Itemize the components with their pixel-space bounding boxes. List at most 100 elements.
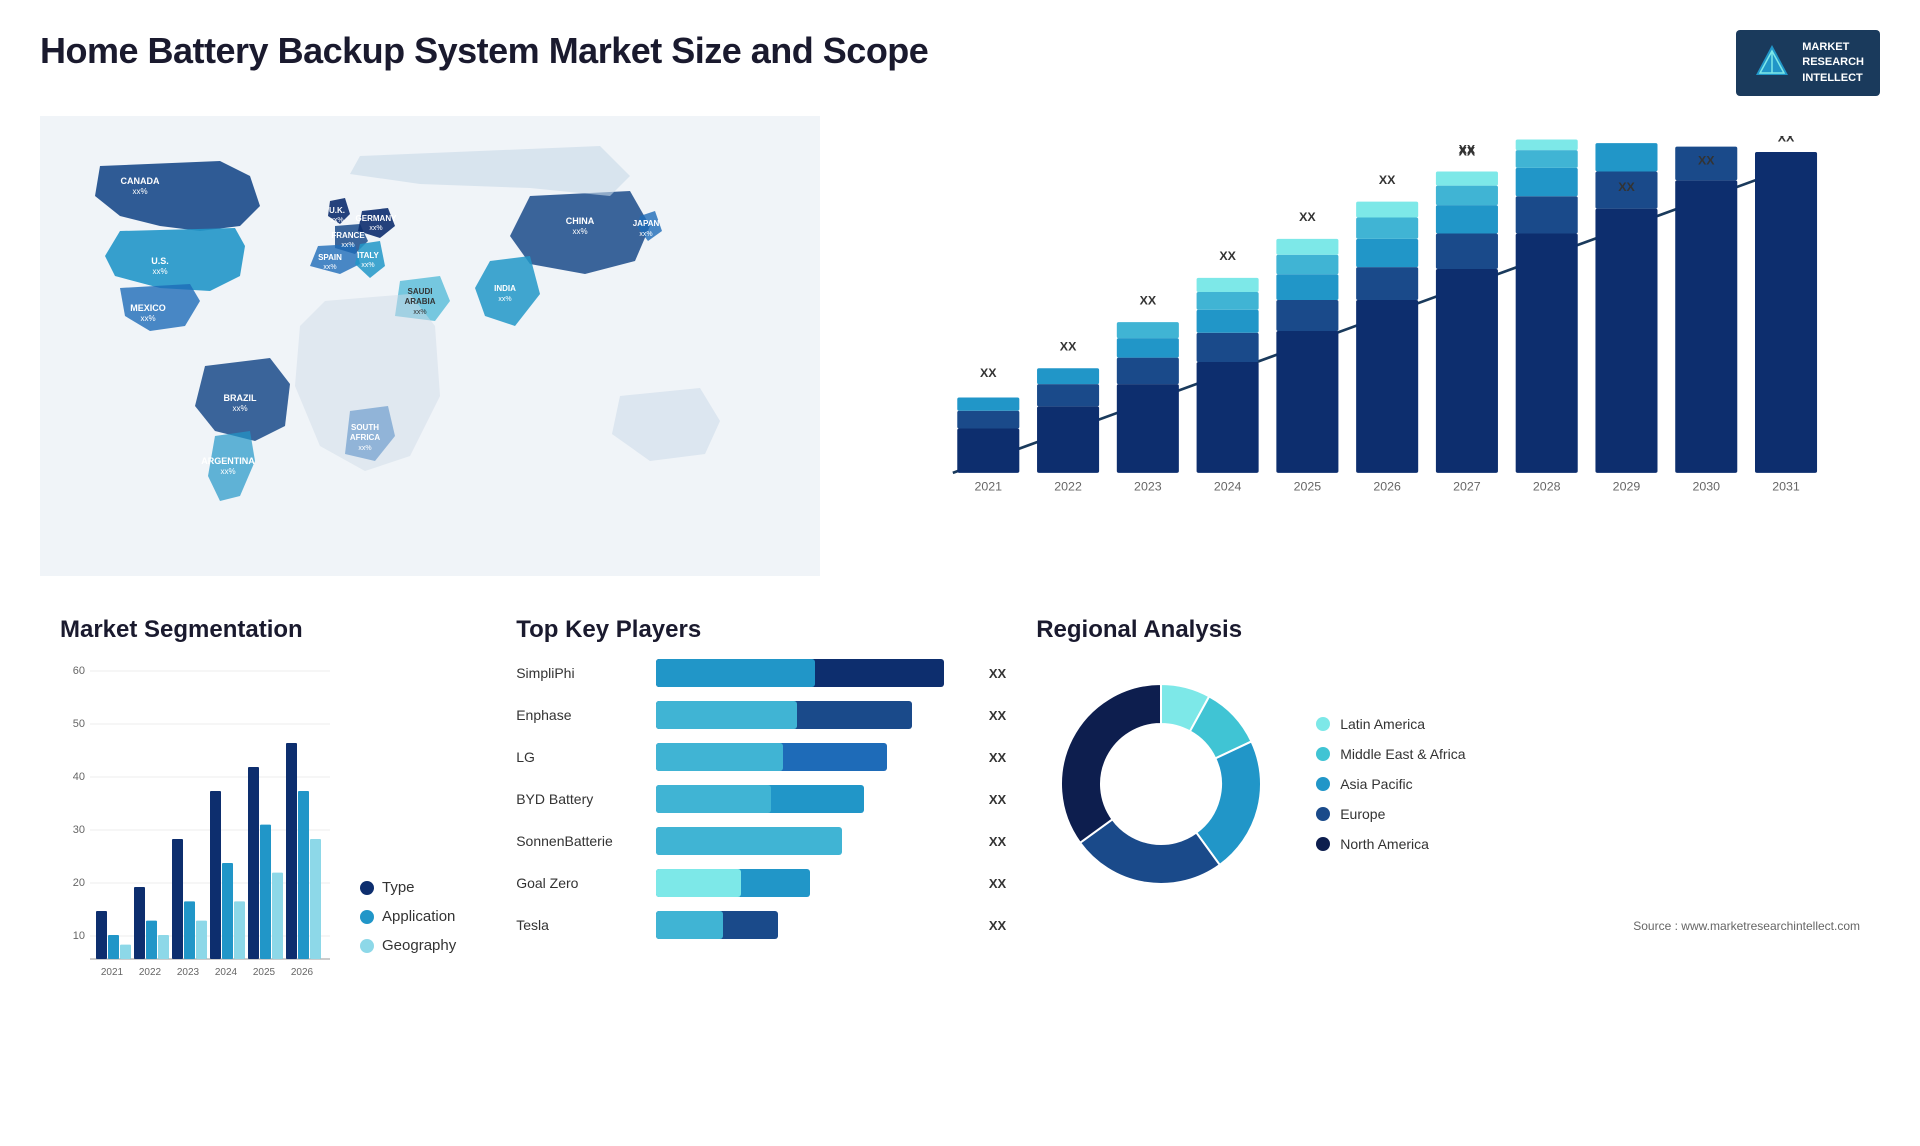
svg-text:XX: XX bbox=[1379, 173, 1396, 187]
bar-chart: XX 2021 XX 2022 XX 2023 XX 2024 bbox=[870, 136, 1860, 526]
regional-legend-label: Middle East & Africa bbox=[1340, 746, 1465, 762]
legend-item-type: Type bbox=[360, 879, 456, 896]
svg-text:xx%: xx% bbox=[639, 231, 652, 238]
player-name: Enphase bbox=[516, 707, 646, 723]
player-bar-inner bbox=[656, 743, 783, 771]
svg-text:2028: 2028 bbox=[1533, 480, 1561, 494]
regional-dot bbox=[1316, 717, 1330, 731]
svg-text:2024: 2024 bbox=[1214, 480, 1242, 494]
world-map: CANADA xx% U.S. xx% MEXICO xx% BRAZIL xx… bbox=[40, 116, 820, 576]
legend-dot-type bbox=[360, 881, 374, 895]
page-header: Home Battery Backup System Market Size a… bbox=[40, 30, 1880, 96]
player-val: XX bbox=[989, 834, 1006, 849]
svg-text:XX: XX bbox=[1299, 210, 1316, 224]
regional-legend-item: Asia Pacific bbox=[1316, 776, 1465, 792]
svg-text:XX: XX bbox=[1538, 136, 1555, 139]
logo-box: MARKET RESEARCH INTELLECT bbox=[1736, 30, 1880, 96]
svg-text:JAPAN: JAPAN bbox=[633, 219, 660, 228]
svg-text:XX: XX bbox=[1140, 294, 1157, 308]
legend-dot-application bbox=[360, 910, 374, 924]
svg-text:CHINA: CHINA bbox=[566, 216, 595, 226]
segmentation-legend: Type Application Geography bbox=[360, 879, 456, 984]
player-val: XX bbox=[989, 708, 1006, 723]
svg-text:2027: 2027 bbox=[1453, 480, 1481, 494]
player-name: Goal Zero bbox=[516, 875, 646, 891]
svg-text:2030: 2030 bbox=[1692, 480, 1720, 494]
player-bar-wrap: XX bbox=[656, 869, 976, 897]
regional-legend-label: North America bbox=[1340, 836, 1429, 852]
players-list: SimpliPhiXXEnphaseXXLGXXBYD BatteryXXSon… bbox=[516, 659, 976, 939]
player-row: LG XX bbox=[516, 743, 976, 771]
svg-text:2026: 2026 bbox=[291, 967, 314, 978]
svg-text:xx%: xx% bbox=[232, 404, 247, 413]
svg-text:xx%: xx% bbox=[498, 296, 511, 303]
svg-text:2023: 2023 bbox=[1134, 480, 1162, 494]
svg-text:SOUTH: SOUTH bbox=[351, 423, 379, 432]
top-section: CANADA xx% U.S. xx% MEXICO xx% BRAZIL xx… bbox=[40, 116, 1880, 576]
svg-text:XX: XX bbox=[1698, 154, 1715, 168]
svg-text:2022: 2022 bbox=[1054, 480, 1082, 494]
svg-text:XX: XX bbox=[1219, 249, 1236, 263]
svg-text:ITALY: ITALY bbox=[357, 251, 379, 260]
legend-dot-geography bbox=[360, 939, 374, 953]
svg-text:2031: 2031 bbox=[1772, 480, 1800, 494]
segmentation-title: Market Segmentation bbox=[60, 616, 456, 644]
svg-text:40: 40 bbox=[73, 771, 85, 783]
player-val: XX bbox=[989, 876, 1006, 891]
svg-text:U.S.: U.S. bbox=[151, 256, 169, 266]
svg-text:U.K.: U.K. bbox=[329, 206, 345, 215]
regional-legend-label: Asia Pacific bbox=[1340, 776, 1412, 792]
svg-text:FRANCE: FRANCE bbox=[331, 231, 365, 240]
svg-text:xx%: xx% bbox=[323, 264, 336, 271]
svg-text:2025: 2025 bbox=[1294, 480, 1322, 494]
svg-text:2021: 2021 bbox=[101, 967, 124, 978]
svg-text:XX: XX bbox=[980, 366, 997, 380]
player-val: XX bbox=[989, 750, 1006, 765]
players-container: Top Key Players SimpliPhiXX Enphase XX LG XX… bbox=[496, 606, 996, 1026]
player-bar-wrap: XX bbox=[656, 743, 976, 771]
regional-legend-item: Middle East & Africa bbox=[1316, 746, 1465, 762]
player-row: Goal Zero XX bbox=[516, 869, 976, 897]
player-bar-wrap: XX bbox=[656, 785, 976, 813]
segmentation-container: Market Segmentation 60 50 40 30 20 10 bbox=[40, 606, 476, 1026]
player-bar-inner bbox=[656, 869, 740, 897]
svg-text:xx%: xx% bbox=[369, 225, 382, 232]
player-val: XX bbox=[989, 792, 1006, 807]
svg-text:2023: 2023 bbox=[177, 967, 200, 978]
svg-text:xx%: xx% bbox=[341, 242, 354, 249]
player-bar-wrap: XX bbox=[656, 911, 976, 939]
svg-text:xx%: xx% bbox=[572, 227, 587, 236]
svg-text:GERMANY: GERMANY bbox=[356, 214, 398, 223]
bottom-section: Market Segmentation 60 50 40 30 20 10 bbox=[40, 606, 1880, 1026]
svg-text:XX: XX bbox=[1618, 180, 1635, 194]
regional-container: Regional Analysis Latin AmericaMiddle Ea… bbox=[1016, 606, 1880, 1026]
svg-text:2029: 2029 bbox=[1613, 480, 1641, 494]
player-row: SimpliPhiXX bbox=[516, 659, 976, 687]
player-name: BYD Battery bbox=[516, 791, 646, 807]
player-bar-wrap: XX bbox=[656, 827, 976, 855]
player-bar-inner bbox=[656, 785, 770, 813]
svg-text:ARGENTINA: ARGENTINA bbox=[201, 456, 255, 466]
svg-text:BRAZIL: BRAZIL bbox=[224, 393, 257, 403]
legend-item-geography: Geography bbox=[360, 937, 456, 954]
svg-text:SPAIN: SPAIN bbox=[318, 253, 342, 262]
legend-item-application: Application bbox=[360, 908, 456, 925]
logo-icon bbox=[1752, 43, 1792, 83]
player-bar-wrap: XX bbox=[656, 701, 976, 729]
player-row: BYD Battery XX bbox=[516, 785, 976, 813]
svg-text:10: 10 bbox=[73, 930, 85, 942]
regional-legend-label: Europe bbox=[1340, 806, 1385, 822]
regional-dot bbox=[1316, 777, 1330, 791]
logo-text: MARKET RESEARCH INTELLECT bbox=[1802, 40, 1864, 86]
player-bar-inner bbox=[656, 701, 797, 729]
svg-text:2022: 2022 bbox=[139, 967, 162, 978]
players-title: Top Key Players bbox=[516, 616, 976, 644]
svg-text:xx%: xx% bbox=[413, 309, 426, 316]
player-name: LG bbox=[516, 749, 646, 765]
svg-text:2026: 2026 bbox=[1373, 480, 1401, 494]
svg-text:XX: XX bbox=[1778, 136, 1795, 144]
svg-text:xx%: xx% bbox=[220, 467, 235, 476]
donut-chart bbox=[1036, 659, 1286, 909]
regional-legend: Latin AmericaMiddle East & AfricaAsia Pa… bbox=[1316, 716, 1465, 852]
player-row: TeslaXX bbox=[516, 911, 976, 939]
